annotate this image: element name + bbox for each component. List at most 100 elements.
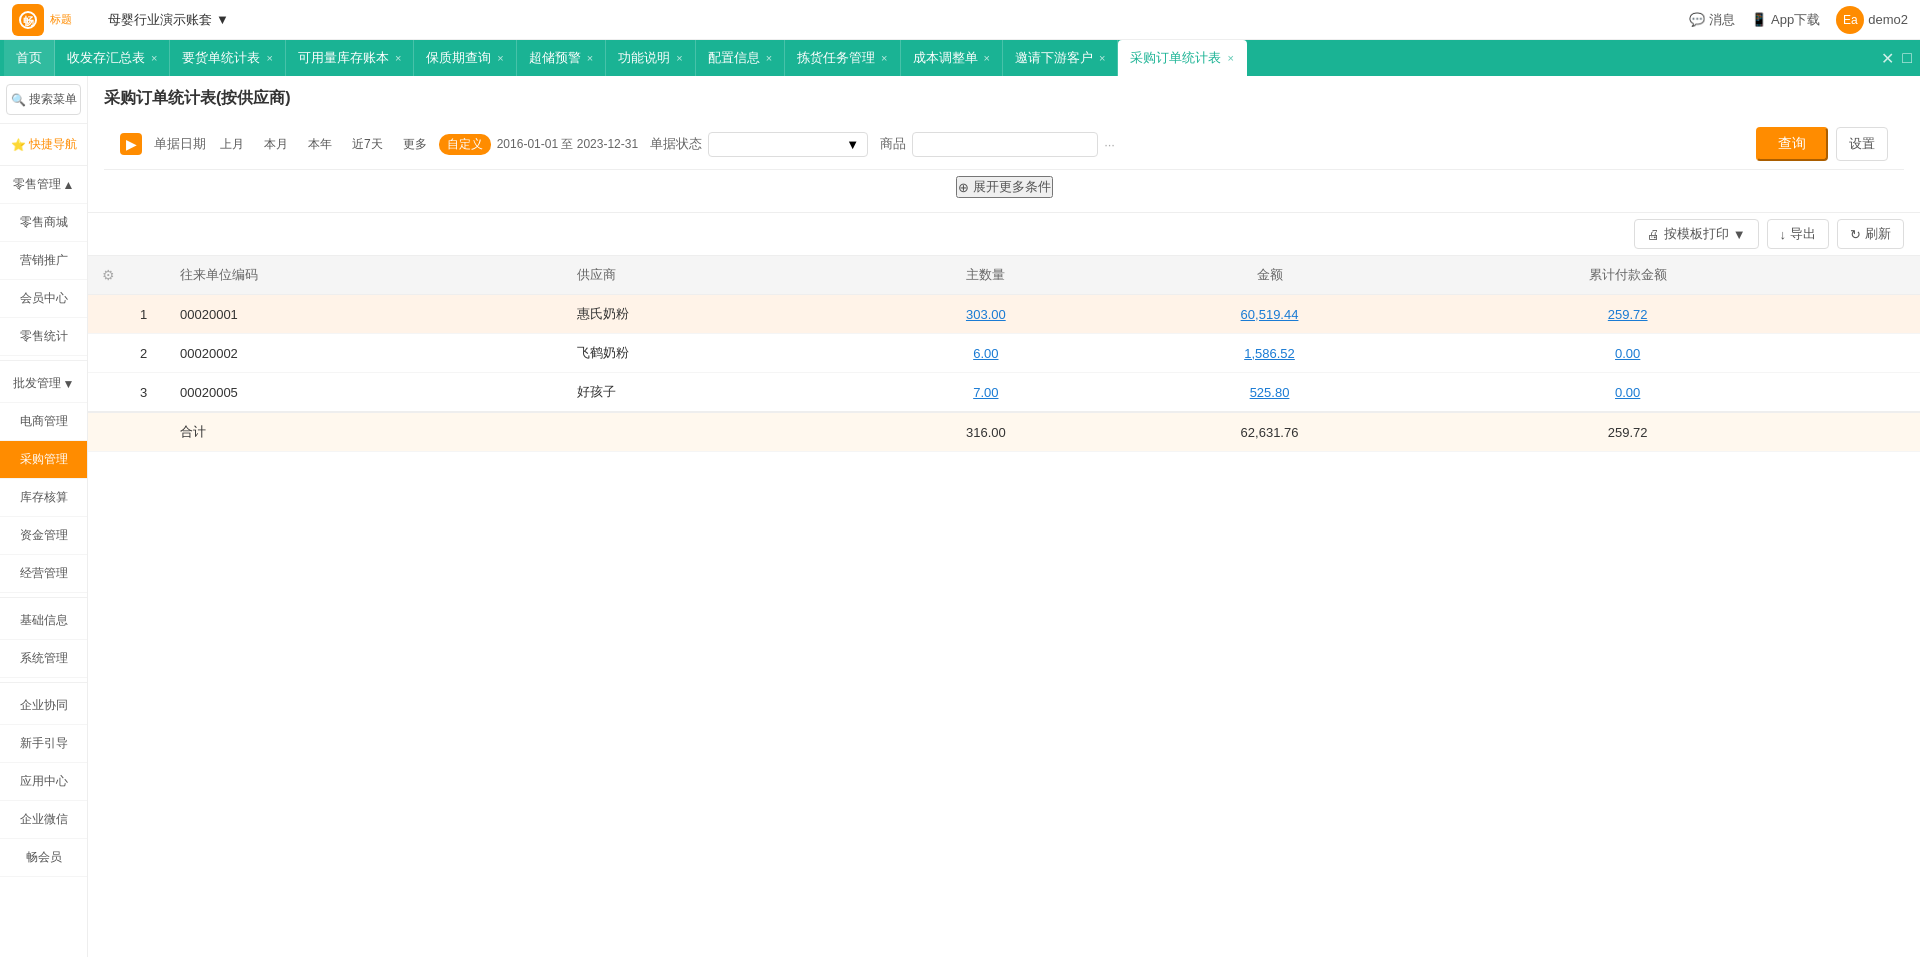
tab-config-info[interactable]: 配置信息 ×: [696, 40, 785, 76]
tab-pick-task-close[interactable]: ×: [881, 52, 887, 64]
sidebar-item-member-center-label: 会员中心: [20, 291, 68, 305]
row-1-unit-code: 00020001: [168, 295, 565, 334]
sidebar-item-member-center[interactable]: 会员中心: [0, 280, 87, 318]
col-index: [128, 256, 168, 295]
tab-requisition-stat-close[interactable]: ×: [266, 52, 272, 64]
nav-expand-btn[interactable]: □: [1902, 49, 1912, 67]
filter-bar: ▶ 单据日期 上月 本月 本年 近7天 更多 自定义 2016-01-01 至 …: [104, 119, 1904, 170]
sidebar: 🔍 搜索菜单 ⭐ 快捷导航 零售管理 ▲ 零售商城 营销推广 会员中心 零售统计: [0, 76, 88, 957]
filter-date-this-year[interactable]: 本年: [300, 134, 340, 155]
tab-invite-downstream-close[interactable]: ×: [1099, 52, 1105, 64]
tab-home[interactable]: 首页: [4, 40, 55, 76]
sidebar-item-retail-shop[interactable]: 零售商城: [0, 204, 87, 242]
filter-date-last-month[interactable]: 上月: [212, 134, 252, 155]
tab-pick-task[interactable]: 拣货任务管理 ×: [785, 40, 900, 76]
footer-index: [128, 412, 168, 452]
sidebar-item-retail-mgmt[interactable]: 零售管理 ▲: [0, 166, 87, 204]
tab-config-info-close[interactable]: ×: [766, 52, 772, 64]
main-layout: 🔍 搜索菜单 ⭐ 快捷导航 零售管理 ▲ 零售商城 营销推广 会员中心 零售统计: [0, 76, 1920, 957]
filter-date-more[interactable]: 更多: [395, 134, 435, 155]
sidebar-item-purchase-mgmt[interactable]: 采购管理: [0, 441, 87, 479]
filter-goods-section: 商品 ···: [880, 132, 1115, 157]
row-2-index: 2: [128, 334, 168, 373]
tab-function-desc-close[interactable]: ×: [676, 52, 682, 64]
sidebar-item-app-center[interactable]: 应用中心: [0, 763, 87, 801]
expand-more-icon: ⊕: [958, 180, 969, 195]
sidebar-item-operation-mgmt[interactable]: 经营管理: [0, 555, 87, 593]
query-btn[interactable]: 查询: [1756, 127, 1828, 161]
filter-date-7-days[interactable]: 近7天: [344, 134, 391, 155]
tab-pick-task-label: 拣货任务管理: [797, 49, 875, 67]
sidebar-item-finance-mgmt-label: 资金管理: [20, 528, 68, 542]
footer-check: [88, 412, 128, 452]
app-download-btn[interactable]: 📱 App下载: [1751, 11, 1820, 29]
tab-warranty-query-close[interactable]: ×: [497, 52, 503, 64]
tab-invite-downstream[interactable]: 邀请下游客户 ×: [1003, 40, 1118, 76]
table-settings-icon[interactable]: ⚙: [102, 267, 115, 283]
filter-date-this-month[interactable]: 本月: [256, 134, 296, 155]
quick-nav-btn[interactable]: ⭐ 快捷导航: [0, 128, 87, 161]
message-label: 消息: [1709, 11, 1735, 29]
setting-btn[interactable]: 设置: [1836, 127, 1888, 161]
tab-usable-stock[interactable]: 可用量库存账本 ×: [286, 40, 414, 76]
sidebar-item-finance-mgmt[interactable]: 资金管理: [0, 517, 87, 555]
sidebar-item-retail-shop-label: 零售商城: [20, 215, 68, 229]
sidebar-item-ecommerce-mgmt[interactable]: 电商管理: [0, 403, 87, 441]
tab-cost-adjust-close[interactable]: ×: [984, 52, 990, 64]
tab-overstock-warning-close[interactable]: ×: [587, 52, 593, 64]
row-3-cumulative-payment: 0.00: [1429, 373, 1826, 413]
sidebar-item-enterprise-wechat-label: 企业微信: [20, 812, 68, 826]
filter-actions: 查询 设置: [1756, 127, 1888, 161]
tab-function-desc[interactable]: 功能说明 ×: [606, 40, 695, 76]
message-btn[interactable]: 💬 消息: [1689, 11, 1735, 29]
sidebar-item-enterprise-collab[interactable]: 企业协同: [0, 687, 87, 725]
workspace-selector[interactable]: 母婴行业演示账套 ▼: [108, 11, 1689, 29]
tab-purchase-order-stat-close[interactable]: ×: [1227, 52, 1233, 64]
user-menu[interactable]: Ea demo2: [1836, 6, 1908, 34]
sidebar-item-marketing-label: 营销推广: [20, 253, 68, 267]
app-download-label: App下载: [1771, 11, 1820, 29]
filter-toggle-btn[interactable]: ▶: [120, 133, 142, 155]
tab-purchase-order-stat[interactable]: 采购订单统计表 ×: [1118, 40, 1246, 76]
sidebar-item-app-center-label: 应用中心: [20, 774, 68, 788]
sidebar-item-new-guide[interactable]: 新手引导: [0, 725, 87, 763]
sidebar-item-basic-info[interactable]: 基础信息: [0, 602, 87, 640]
sidebar-item-retail-stat-label: 零售统计: [20, 329, 68, 343]
table-row: 1 00020001 惠氏奶粉 303.00 60,519.44 259.72: [88, 295, 1920, 334]
row-1-amount: 60,519.44: [1110, 295, 1429, 334]
sidebar-item-marketing[interactable]: 营销推广: [0, 242, 87, 280]
sidebar-item-system-mgmt[interactable]: 系统管理: [0, 640, 87, 678]
filter-date-label: 单据日期: [154, 135, 206, 153]
tab-usable-stock-close[interactable]: ×: [395, 52, 401, 64]
sidebar-item-enterprise-wechat[interactable]: 企业微信: [0, 801, 87, 839]
tab-receive-send-close[interactable]: ×: [151, 52, 157, 64]
refresh-btn[interactable]: ↻ 刷新: [1837, 219, 1904, 249]
sidebar-item-enterprise-collab-label: 企业协同: [20, 698, 68, 712]
tab-receive-send[interactable]: 收发存汇总表 ×: [55, 40, 170, 76]
row-3-main-qty: 7.00: [862, 373, 1110, 413]
sidebar-item-retail-stat[interactable]: 零售统计: [0, 318, 87, 356]
sidebar-item-vip-member[interactable]: 畅会员: [0, 839, 87, 877]
filter-goods-input[interactable]: [912, 132, 1098, 157]
tab-cost-adjust[interactable]: 成本调整单 ×: [901, 40, 1003, 76]
col-cumulative-payment: 累计付款金额: [1429, 256, 1826, 295]
nav-close-btn[interactable]: ✕: [1881, 49, 1894, 68]
filter-status-select[interactable]: ▼: [708, 132, 868, 157]
expand-more-btn[interactable]: ⊕ 展开更多条件: [956, 176, 1053, 198]
print-btn[interactable]: 🖨 按模板打印 ▼: [1634, 219, 1759, 249]
export-btn[interactable]: ↓ 导出: [1767, 219, 1830, 249]
filter-goods-label: 商品: [880, 135, 906, 153]
tab-requisition-stat[interactable]: 要货单统计表 ×: [170, 40, 285, 76]
sidebar-item-wholesale-mgmt[interactable]: 批发管理 ▼: [0, 365, 87, 403]
sidebar-item-stock-check[interactable]: 库存核算: [0, 479, 87, 517]
expand-more-label: 展开更多条件: [973, 178, 1051, 196]
top-bar: 畅 标题 母婴行业演示账套 ▼ 💬 消息 📱 App下载 Ea demo2: [0, 0, 1920, 40]
row-3-amount: 525.80: [1110, 373, 1429, 413]
search-menu-btn[interactable]: 🔍 搜索菜单: [6, 84, 81, 115]
filter-goods-more-icon[interactable]: ···: [1104, 137, 1115, 152]
tab-usable-stock-label: 可用量库存账本: [298, 49, 389, 67]
avatar-initials: Ea: [1843, 13, 1858, 27]
filter-status-section: 单据状态 ▼: [650, 132, 868, 157]
tab-overstock-warning[interactable]: 超储预警 ×: [517, 40, 606, 76]
tab-warranty-query[interactable]: 保质期查询 ×: [414, 40, 516, 76]
